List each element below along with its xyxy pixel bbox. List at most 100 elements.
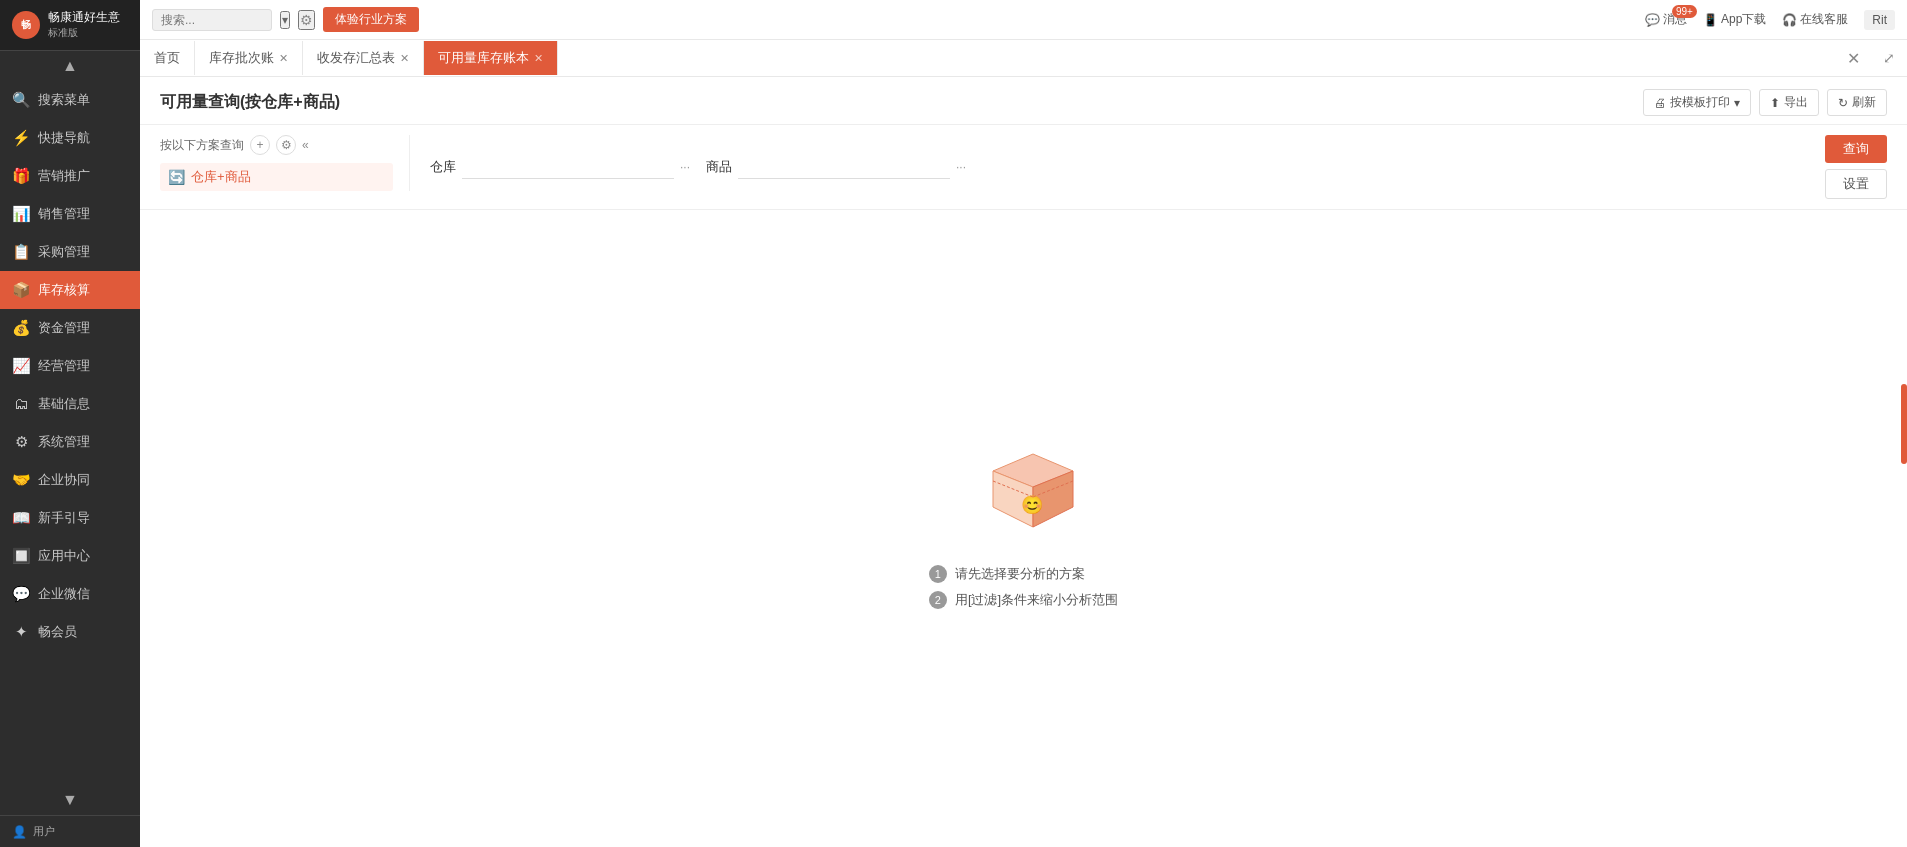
sidebar-item-应用中心[interactable]: 🔲应用中心 bbox=[0, 537, 140, 575]
page-title: 可用量查询(按仓库+商品) bbox=[160, 92, 340, 113]
app-logo: 畅 bbox=[12, 11, 40, 39]
scheme-item-仓库+商品[interactable]: 🔄仓库+商品 bbox=[160, 163, 393, 191]
service-icon: 🎧 bbox=[1782, 13, 1797, 27]
sidebar-item-icon: 📊 bbox=[12, 205, 30, 223]
app-title-block: 畅康通好生意 标准版 bbox=[48, 10, 120, 40]
expand-button[interactable]: ⤢ bbox=[1871, 40, 1907, 76]
close-tab-button[interactable]: ✕ bbox=[1835, 40, 1871, 76]
warehouse-field: 仓库 ··· bbox=[430, 155, 690, 179]
scheme-label: 仓库+商品 bbox=[191, 168, 251, 186]
sidebar-item-畅会员[interactable]: ✦ 畅会员 bbox=[0, 613, 140, 651]
sidebar-item-新手引导[interactable]: 📖新手引导 bbox=[0, 499, 140, 537]
tabbar-actions: ✕ ⤢ bbox=[1835, 40, 1907, 76]
sidebar-item-icon: 📋 bbox=[12, 243, 30, 261]
online-service-button[interactable]: 🎧 在线客服 bbox=[1782, 11, 1848, 28]
sidebar-item-企业协同[interactable]: 🤝企业协同 bbox=[0, 461, 140, 499]
sidebar-item-系统管理[interactable]: ⚙系统管理 bbox=[0, 423, 140, 461]
message-button[interactable]: 💬 消息 99+ bbox=[1645, 11, 1687, 28]
tab-首页[interactable]: 首页 bbox=[140, 41, 195, 75]
filter-header-label: 按以下方案查询 bbox=[160, 137, 244, 154]
product-input[interactable] bbox=[738, 155, 950, 179]
tip-2-text: 用[过滤]条件来缩小分析范围 bbox=[955, 591, 1118, 609]
tab-label: 收发存汇总表 bbox=[317, 49, 395, 67]
tab-收发存汇总表[interactable]: 收发存汇总表 ✕ bbox=[303, 41, 424, 75]
sidebar-item-icon: ✦ bbox=[12, 623, 30, 641]
page-header: 可用量查询(按仓库+商品) 🖨 按模板打印 ▾ ⬆ 导出 ↻ 刷新 bbox=[140, 77, 1907, 125]
filter-collapse-button[interactable]: « bbox=[302, 138, 309, 152]
sidebar-item-label: 资金管理 bbox=[38, 319, 90, 337]
refresh-button[interactable]: ↻ 刷新 bbox=[1827, 89, 1887, 116]
product-field: 商品 ··· bbox=[706, 155, 966, 179]
gear-button[interactable]: ⚙ bbox=[298, 10, 315, 30]
sidebar-item-经营管理[interactable]: 📈经营管理 bbox=[0, 347, 140, 385]
sidebar-username: 用户 bbox=[33, 824, 55, 839]
empty-illustration: 😊 bbox=[973, 449, 1073, 549]
tabbar: 首页库存批次账✕ 收发存汇总表 ✕ 可用量库存账本 ✕ ✕ ⤢ bbox=[140, 40, 1907, 77]
cube-wrapper: 😊 bbox=[983, 449, 1063, 529]
sidebar-item-icon: 🎁 bbox=[12, 167, 30, 185]
search-input[interactable] bbox=[152, 9, 272, 31]
product-more-button[interactable]: ··· bbox=[956, 160, 966, 174]
print-template-button[interactable]: 🖨 按模板打印 ▾ bbox=[1643, 89, 1751, 116]
warehouse-more-button[interactable]: ··· bbox=[680, 160, 690, 174]
sidebar-item-label: 库存核算 bbox=[38, 281, 90, 299]
column-settings-button[interactable]: 设置 bbox=[1825, 169, 1887, 199]
sidebar-item-icon: ⚙ bbox=[12, 433, 30, 451]
chevron-down-icon: ▾ bbox=[1734, 96, 1740, 110]
tab-可用量库存账本[interactable]: 可用量库存账本 ✕ bbox=[424, 41, 558, 75]
tab-close-icon[interactable]: ✕ bbox=[534, 52, 543, 65]
filter-add-button[interactable]: + bbox=[250, 135, 270, 155]
sidebar-header: 畅 畅康通好生意 标准版 bbox=[0, 0, 140, 51]
sidebar-item-库存核算[interactable]: 📦库存核算 bbox=[0, 271, 140, 309]
cube-illustration: 😊 bbox=[983, 449, 1063, 519]
sidebar-item-icon: ⚡ bbox=[12, 129, 30, 147]
sidebar-item-label: 畅会员 bbox=[38, 623, 77, 641]
export-icon: ⬆ bbox=[1770, 96, 1780, 110]
sidebar-item-label: 快捷导航 bbox=[38, 129, 90, 147]
export-button[interactable]: ⬆ 导出 bbox=[1759, 89, 1819, 116]
query-button[interactable]: 查询 bbox=[1825, 135, 1887, 163]
sidebar-item-企业微信[interactable]: 💬企业微信 bbox=[0, 575, 140, 613]
right-scrollbar[interactable] bbox=[1901, 384, 1907, 464]
dropdown-button[interactable]: ▾ bbox=[280, 11, 290, 29]
user-icon: 👤 bbox=[12, 825, 27, 839]
filter-panel: 按以下方案查询 + ⚙ « 🔄仓库+商品 仓库 ··· 商品 ··· 查询 设置 bbox=[140, 125, 1907, 210]
sidebar-item-采购管理[interactable]: 📋采购管理 bbox=[0, 233, 140, 271]
app-download-button[interactable]: 📱 App下载 bbox=[1703, 11, 1766, 28]
filter-header: 按以下方案查询 + ⚙ « bbox=[160, 135, 393, 155]
filter-fields: 仓库 ··· 商品 ··· 查询 设置 bbox=[410, 135, 1887, 199]
sidebar-item-icon: 🤝 bbox=[12, 471, 30, 489]
scheme-items: 🔄仓库+商品 bbox=[160, 163, 393, 191]
sidebar-menu: 🔍搜索菜单 ⚡ 快捷导航 🎁营销推广📊销售管理📋采购管理📦库存核算💰资金管理📈经营管理… bbox=[0, 81, 140, 785]
tab-label: 可用量库存账本 bbox=[438, 49, 529, 67]
sidebar-item-icon: 🗂 bbox=[12, 395, 30, 412]
message-badge: 99+ bbox=[1672, 5, 1697, 18]
empty-state: 😊 1 请先选择要分析的方案 2 用[过滤]条件来缩小分析范围 bbox=[929, 449, 1118, 609]
warehouse-input[interactable] bbox=[462, 155, 674, 179]
user-menu[interactable]: Rit bbox=[1864, 10, 1895, 30]
sidebar-scroll-down[interactable]: ▼ bbox=[0, 785, 140, 815]
sidebar-item-label: 经营管理 bbox=[38, 357, 90, 375]
page-actions: 🖨 按模板打印 ▾ ⬆ 导出 ↻ 刷新 bbox=[1643, 89, 1887, 116]
sidebar-item-营销推广[interactable]: 🎁营销推广 bbox=[0, 157, 140, 195]
app-title: 畅康通好生意 bbox=[48, 10, 120, 26]
sidebar-item-label: 搜索菜单 bbox=[38, 91, 90, 109]
product-label: 商品 bbox=[706, 158, 732, 176]
sidebar-scroll-up[interactable]: ▲ bbox=[0, 51, 140, 81]
sidebar-item-基础信息[interactable]: 🗂基础信息 bbox=[0, 385, 140, 423]
sidebar-item-资金管理[interactable]: 💰资金管理 bbox=[0, 309, 140, 347]
sidebar-item-label: 企业微信 bbox=[38, 585, 90, 603]
sidebar-item-icon: 📖 bbox=[12, 509, 30, 527]
sidebar-item-销售管理[interactable]: 📊销售管理 bbox=[0, 195, 140, 233]
sidebar-item-搜索菜单[interactable]: 🔍搜索菜单 bbox=[0, 81, 140, 119]
tab-close-icon[interactable]: ✕ bbox=[400, 52, 409, 65]
tab-close-icon[interactable]: ✕ bbox=[279, 52, 288, 65]
tab-库存批次账[interactable]: 库存批次账✕ bbox=[195, 41, 303, 75]
filter-settings-button[interactable]: ⚙ bbox=[276, 135, 296, 155]
sidebar: 畅 畅康通好生意 标准版 ▲ 🔍搜索菜单 ⚡ 快捷导航 🎁营销推广📊销售管理📋采购管理… bbox=[0, 0, 140, 847]
print-icon: 🖨 bbox=[1654, 96, 1666, 110]
sidebar-item-快捷导航[interactable]: ⚡ 快捷导航 bbox=[0, 119, 140, 157]
empty-tips: 1 请先选择要分析的方案 2 用[过滤]条件来缩小分析范围 bbox=[929, 565, 1118, 609]
message-icon: 💬 bbox=[1645, 13, 1660, 27]
industry-solution-button[interactable]: 体验行业方案 bbox=[323, 7, 419, 32]
